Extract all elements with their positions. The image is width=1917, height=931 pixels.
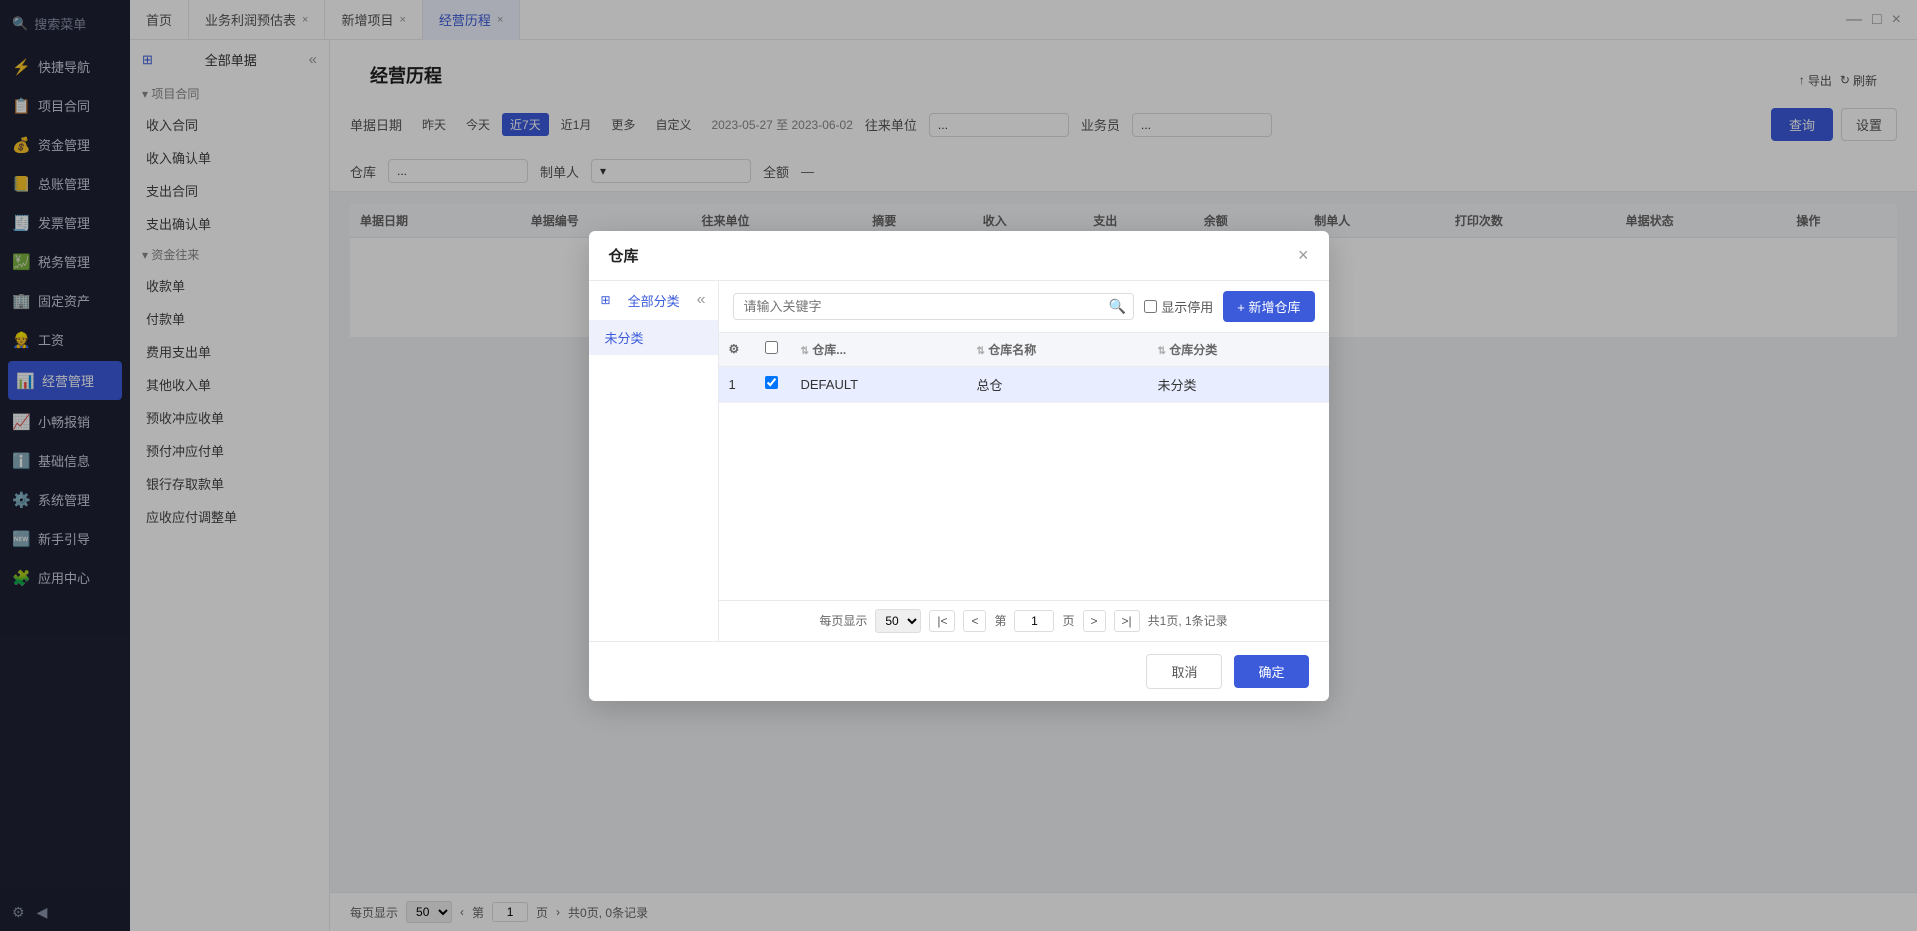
dialog-total-label: 共1页, 1条记录: [1148, 612, 1228, 629]
dialog-left-collapse-btn[interactable]: «: [697, 291, 706, 309]
dialog-search-wrap: 🔍: [733, 293, 1135, 320]
dialog-toolbar: 🔍 显示停用 + 新增仓库: [719, 281, 1329, 333]
sort-icon3: ⇅: [1158, 346, 1166, 357]
dialog-next-page-btn[interactable]: >: [1083, 610, 1106, 632]
all-category-label[interactable]: 全部分类: [628, 291, 680, 310]
select-all-checkbox[interactable]: [765, 341, 778, 354]
show-disabled-checkbox[interactable]: [1144, 300, 1157, 313]
unclassified-label: 未分类: [605, 331, 644, 346]
dialog-page-input[interactable]: [1014, 610, 1054, 632]
dialog-search-icon[interactable]: 🔍: [1109, 298, 1126, 315]
dialog-left-scroll: 未分类: [589, 320, 718, 641]
dialog-cancel-btn[interactable]: 取消: [1146, 654, 1222, 689]
dialog-header: 仓库 ×: [589, 231, 1329, 281]
dialog-left: ⊞ 全部分类 « 未分类: [589, 281, 719, 641]
row-name: 总仓: [967, 366, 1148, 402]
all-category-icon: ⊞: [601, 293, 611, 307]
col-warehouse-category: ⇅ 仓库分类: [1148, 333, 1329, 367]
dialog-table-wrap: ⚙ ⇅ 仓库... ⇅: [719, 333, 1329, 600]
col-warehouse-category-label: 仓库分类: [1169, 343, 1217, 357]
dialog-search-input[interactable]: [733, 293, 1135, 320]
sort-icon2: ⇅: [977, 346, 985, 357]
col-warehouse-code: ⇅ 仓库...: [791, 333, 967, 367]
dialog-prev-page-btn[interactable]: <: [963, 610, 986, 632]
col-settings: ⚙: [719, 333, 755, 367]
dialog-pagination: 每页显示 50 |< < 第 页 > >| 共1页, 1条记录: [719, 600, 1329, 641]
table-row[interactable]: 1 DEFAULT 总仓 未分类: [719, 366, 1329, 402]
dialog-left-header: ⊞ 全部分类 «: [589, 281, 718, 320]
sort-icon: ⇅: [801, 346, 809, 357]
dialog-confirm-btn[interactable]: 确定: [1234, 655, 1308, 688]
dialog-body: ⊞ 全部分类 « 未分类 🔍: [589, 281, 1329, 641]
dialog-per-page-select[interactable]: 50: [875, 609, 921, 633]
col-warehouse-name-label: 仓库名称: [988, 343, 1036, 357]
dialog-category-unclassified[interactable]: 未分类: [589, 320, 718, 355]
row-checkbox[interactable]: [755, 366, 791, 402]
dialog-right: 🔍 显示停用 + 新增仓库 ⚙: [719, 281, 1329, 641]
dialog-first-page-btn[interactable]: |<: [929, 610, 955, 632]
dialog-page-label: 第: [994, 612, 1006, 629]
col-warehouse-name: ⇅ 仓库名称: [967, 333, 1148, 367]
col-warehouse-code-label: 仓库...: [812, 343, 846, 357]
dialog-per-page-label: 每页显示: [819, 612, 867, 629]
row-num: 1: [719, 366, 755, 402]
dialog-title: 仓库: [609, 245, 639, 266]
row-select-checkbox[interactable]: [765, 376, 778, 389]
dialog-close-btn[interactable]: ×: [1298, 246, 1309, 264]
row-category: 未分类: [1148, 366, 1329, 402]
dialog-table: ⚙ ⇅ 仓库... ⇅: [719, 333, 1329, 403]
dialog-last-page-btn[interactable]: >|: [1114, 610, 1140, 632]
show-disabled-text: 显示停用: [1161, 297, 1213, 316]
settings-icon[interactable]: ⚙: [729, 342, 740, 356]
warehouse-dialog: 仓库 × ⊞ 全部分类 « 未分类: [589, 231, 1329, 701]
row-code: DEFAULT: [791, 366, 967, 402]
add-warehouse-btn[interactable]: + 新增仓库: [1223, 291, 1314, 322]
dialog-footer: 取消 确定: [589, 641, 1329, 701]
dialog-overlay: 仓库 × ⊞ 全部分类 « 未分类: [0, 0, 1917, 931]
dialog-page-suffix: 页: [1062, 612, 1074, 629]
col-checkbox: [755, 333, 791, 367]
show-disabled-label[interactable]: 显示停用: [1144, 297, 1213, 316]
